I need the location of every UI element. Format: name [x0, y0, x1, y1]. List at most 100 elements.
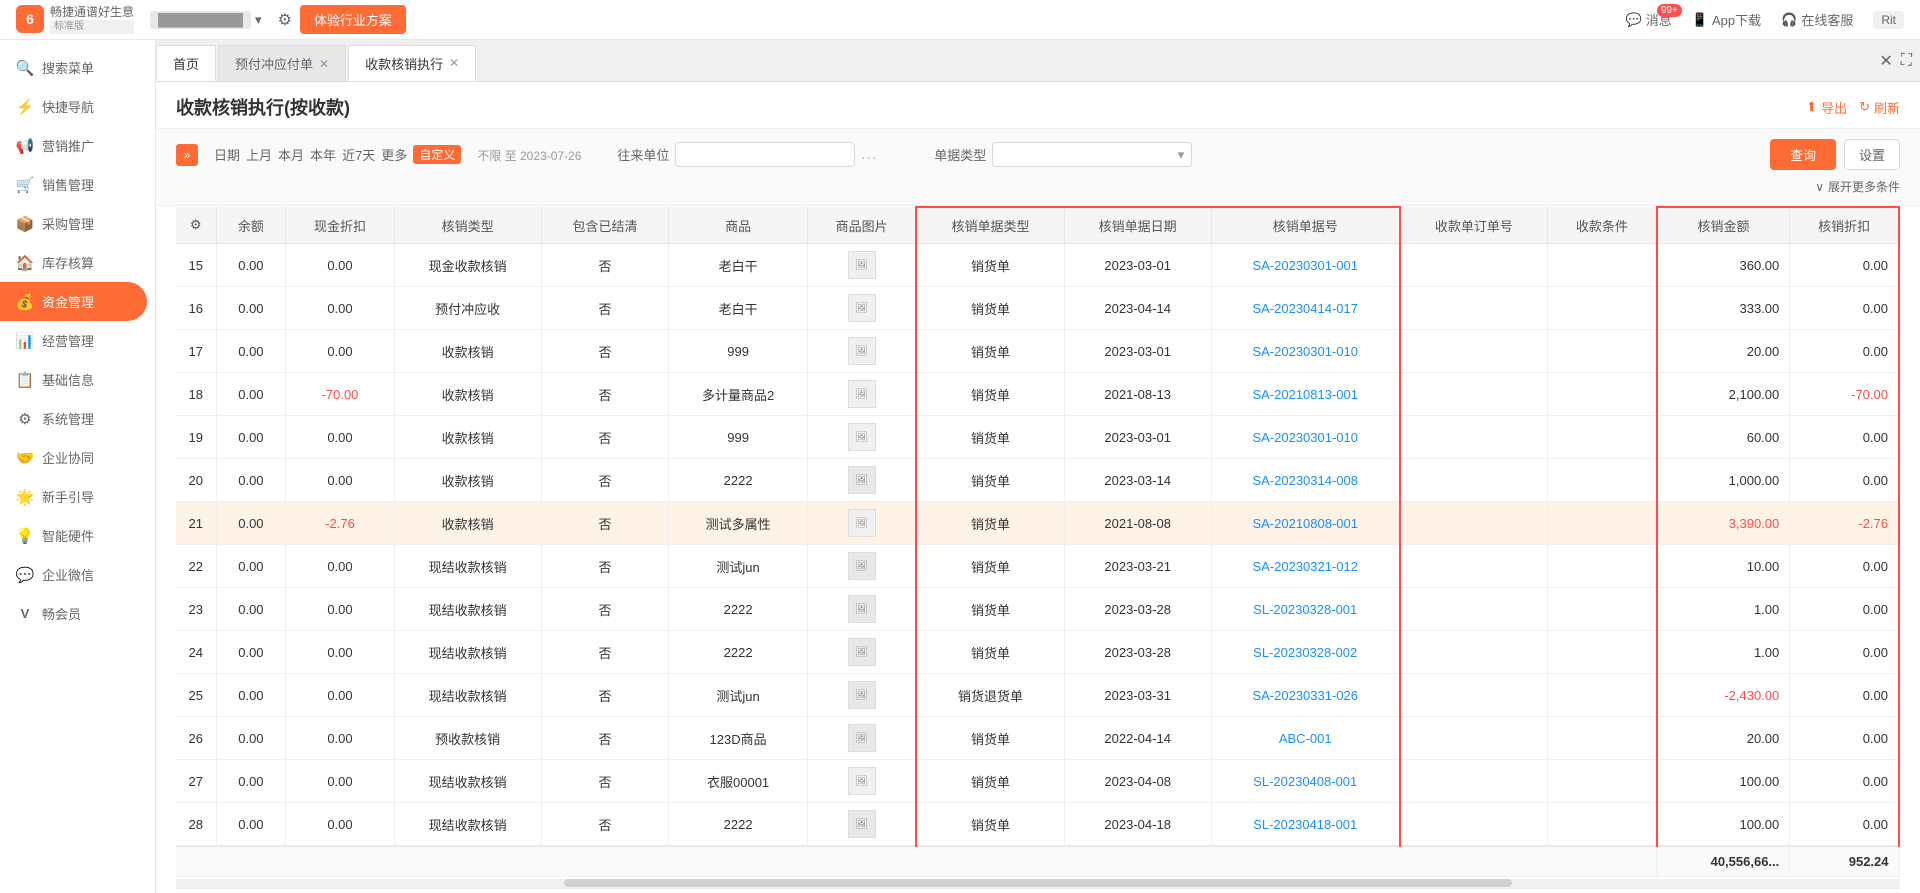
- messages-button[interactable]: 💬 消息 99+: [1626, 10, 1672, 29]
- cancel-bill-link[interactable]: ABC-001: [1279, 731, 1332, 746]
- cell-cancel-bill-no[interactable]: SL-20230328-001: [1211, 588, 1400, 631]
- cell-cancel-bill-no[interactable]: SL-20230408-001: [1211, 760, 1400, 803]
- industry-solution-button[interactable]: 体验行业方案: [300, 5, 406, 34]
- cell-cancel-bill-no[interactable]: SA-20230301-001: [1211, 244, 1400, 287]
- expand-conditions-button[interactable]: ∨ 展开更多条件: [1815, 178, 1900, 195]
- tab-home[interactable]: 首页: [156, 45, 216, 81]
- query-button[interactable]: 查询: [1770, 139, 1836, 170]
- filter-settings-button[interactable]: 设置: [1844, 139, 1900, 170]
- sidebar-item-enterprise[interactable]: 🤝 企业协同: [0, 438, 155, 477]
- cell-cash-discount: 0.00: [286, 545, 394, 588]
- cell-cash-discount: 0.00: [286, 674, 394, 717]
- date-option-7days[interactable]: 近7天: [342, 145, 375, 164]
- cancel-bill-link[interactable]: SA-20230301-010: [1252, 430, 1358, 445]
- sidebar-item-marketing[interactable]: 📢 营销推广: [0, 126, 155, 165]
- cell-cancel-bill-no[interactable]: SA-20230331-026: [1211, 674, 1400, 717]
- tab-receipt-close[interactable]: ✕: [449, 56, 459, 70]
- cell-cancel-bill-no[interactable]: SA-20210808-001: [1211, 502, 1400, 545]
- tab-receipt[interactable]: 收款核销执行 ✕: [348, 45, 476, 81]
- cell-cancel-bill-no[interactable]: SA-20210813-001: [1211, 373, 1400, 416]
- sidebar-item-wechat[interactable]: 💬 企业微信: [0, 555, 155, 594]
- bill-type-select[interactable]: [992, 142, 1192, 167]
- sidebar-item-member[interactable]: V 畅会员: [0, 594, 155, 633]
- cancel-bill-link[interactable]: SA-20210808-001: [1252, 516, 1358, 531]
- cell-balance: 0.00: [216, 717, 286, 760]
- cell-cancel-bill-no[interactable]: SA-20230301-010: [1211, 416, 1400, 459]
- cell-cancel-bill-date: 2023-03-14: [1064, 459, 1211, 502]
- cancel-bill-link[interactable]: SL-20230328-001: [1253, 602, 1357, 617]
- date-option-prev-month[interactable]: 上月: [246, 145, 272, 164]
- cancel-bill-link[interactable]: SA-20230301-001: [1252, 258, 1358, 273]
- export-label: 导出: [1821, 98, 1847, 117]
- counterpart-input[interactable]: [675, 142, 855, 167]
- sidebar-item-search[interactable]: 🔍 搜索菜单: [0, 48, 155, 87]
- tab-prepay[interactable]: 预付冲应付单 ✕: [218, 45, 346, 81]
- cell-goods: 测试多属性: [669, 502, 807, 545]
- sidebar-item-purchase[interactable]: 📦 采购管理: [0, 204, 155, 243]
- sidebar-item-smart[interactable]: 💡 智能硬件: [0, 516, 155, 555]
- cancel-bill-link[interactable]: SA-20230331-026: [1252, 688, 1358, 703]
- online-service-button[interactable]: 🎧 在线客服: [1781, 10, 1853, 29]
- cell-cancel-bill-date: 2023-03-01: [1064, 416, 1211, 459]
- sidebar-item-system[interactable]: ⚙ 系统管理: [0, 399, 155, 438]
- expand-label: 展开更多条件: [1828, 178, 1900, 195]
- date-option-this-month[interactable]: 本月: [278, 145, 304, 164]
- message-icon: 💬: [1626, 12, 1642, 28]
- cell-cancel-type: 收款核销: [394, 330, 541, 373]
- cell-cancel-bill-no[interactable]: SL-20230418-001: [1211, 803, 1400, 847]
- sidebar-item-quick-nav[interactable]: ⚡ 快捷导航: [0, 87, 155, 126]
- date-custom-label[interactable]: 自定义: [413, 145, 461, 164]
- cell-cancel-bill-no[interactable]: SA-20230301-010: [1211, 330, 1400, 373]
- cell-receipt-order-no: [1400, 244, 1548, 287]
- cell-goods: 2222: [669, 459, 807, 502]
- cancel-bill-link[interactable]: SA-20210813-001: [1252, 387, 1358, 402]
- workspace-dropdown[interactable]: ██████████ ▾: [142, 11, 270, 29]
- table-container[interactable]: ⚙ 余额 现金折扣 核销类型 包含已结清 商品 商品图片 核销单据类型 核销单据…: [156, 206, 1920, 893]
- cell-cancel-bill-date: 2021-08-08: [1064, 502, 1211, 545]
- sidebar-item-inventory[interactable]: 🏠 库存核算: [0, 243, 155, 282]
- cancel-bill-link[interactable]: SA-20230314-008: [1252, 473, 1358, 488]
- cell-cancel-bill-no[interactable]: ABC-001: [1211, 717, 1400, 760]
- cell-include-settled: 否: [541, 760, 669, 803]
- cell-cancel-discount: 0.00: [1790, 244, 1899, 287]
- user-account[interactable]: Rit: [1873, 11, 1904, 29]
- cell-receipt-order-no: [1400, 373, 1548, 416]
- table-row: 27 0.00 0.00 现结收款核销 否 衣服00001 🖼 销货单 2023…: [176, 760, 1899, 803]
- sidebar-item-guide[interactable]: 🌟 新手引导: [0, 477, 155, 516]
- filter-collapse-button[interactable]: »: [176, 144, 198, 166]
- cancel-bill-link[interactable]: SA-20230414-017: [1252, 301, 1358, 316]
- table-row: 15 0.00 0.00 现金收款核销 否 老白干 🖼 销货单 2023-03-…: [176, 244, 1899, 287]
- cell-cash-discount: 0.00: [286, 244, 394, 287]
- sidebar-item-finance[interactable]: 💰 资金管理: [0, 282, 147, 321]
- sidebar-item-sales[interactable]: 🛒 销售管理: [0, 165, 155, 204]
- close-tab-button[interactable]: ✕: [1879, 51, 1892, 71]
- refresh-button[interactable]: ↻ 刷新: [1859, 98, 1900, 117]
- cell-cancel-type: 收款核销: [394, 373, 541, 416]
- export-button[interactable]: ⬆ 导出: [1806, 98, 1847, 117]
- sidebar-label-business: 经营管理: [42, 331, 94, 350]
- goods-image: 🖼: [848, 767, 876, 795]
- cell-goods: 999: [669, 416, 807, 459]
- cancel-bill-link[interactable]: SA-20230301-010: [1252, 344, 1358, 359]
- col-settings-header[interactable]: ⚙: [176, 207, 216, 244]
- sidebar-item-basic[interactable]: 📋 基础信息: [0, 360, 155, 399]
- col-cancel-bill-date-header: 核销单据日期: [1064, 207, 1211, 244]
- cancel-bill-link[interactable]: SA-20230321-012: [1252, 559, 1358, 574]
- cancel-bill-link[interactable]: SL-20230328-002: [1253, 645, 1357, 660]
- cell-cancel-bill-no[interactable]: SA-20230414-017: [1211, 287, 1400, 330]
- cancel-bill-link[interactable]: SL-20230418-001: [1253, 817, 1357, 832]
- tab-prepay-close[interactable]: ✕: [319, 57, 329, 71]
- sidebar-item-business[interactable]: 📊 经营管理: [0, 321, 155, 360]
- date-option-this-year[interactable]: 本年: [310, 145, 336, 164]
- cell-cancel-bill-type: 销货单: [916, 803, 1064, 847]
- cancel-bill-link[interactable]: SL-20230408-001: [1253, 774, 1357, 789]
- settings-gear-icon[interactable]: ⚙: [278, 10, 292, 30]
- counterpart-dots[interactable]: ...: [861, 147, 878, 162]
- cell-cancel-bill-no[interactable]: SA-20230314-008: [1211, 459, 1400, 502]
- cell-cancel-bill-no[interactable]: SL-20230328-002: [1211, 631, 1400, 674]
- date-option-more[interactable]: 更多: [381, 145, 407, 164]
- fullscreen-button[interactable]: ⛶: [1901, 51, 1912, 71]
- cell-cancel-type: 现结收款核销: [394, 803, 541, 847]
- cell-cancel-bill-no[interactable]: SA-20230321-012: [1211, 545, 1400, 588]
- app-download-button[interactable]: 📱 App下载: [1692, 10, 1761, 29]
